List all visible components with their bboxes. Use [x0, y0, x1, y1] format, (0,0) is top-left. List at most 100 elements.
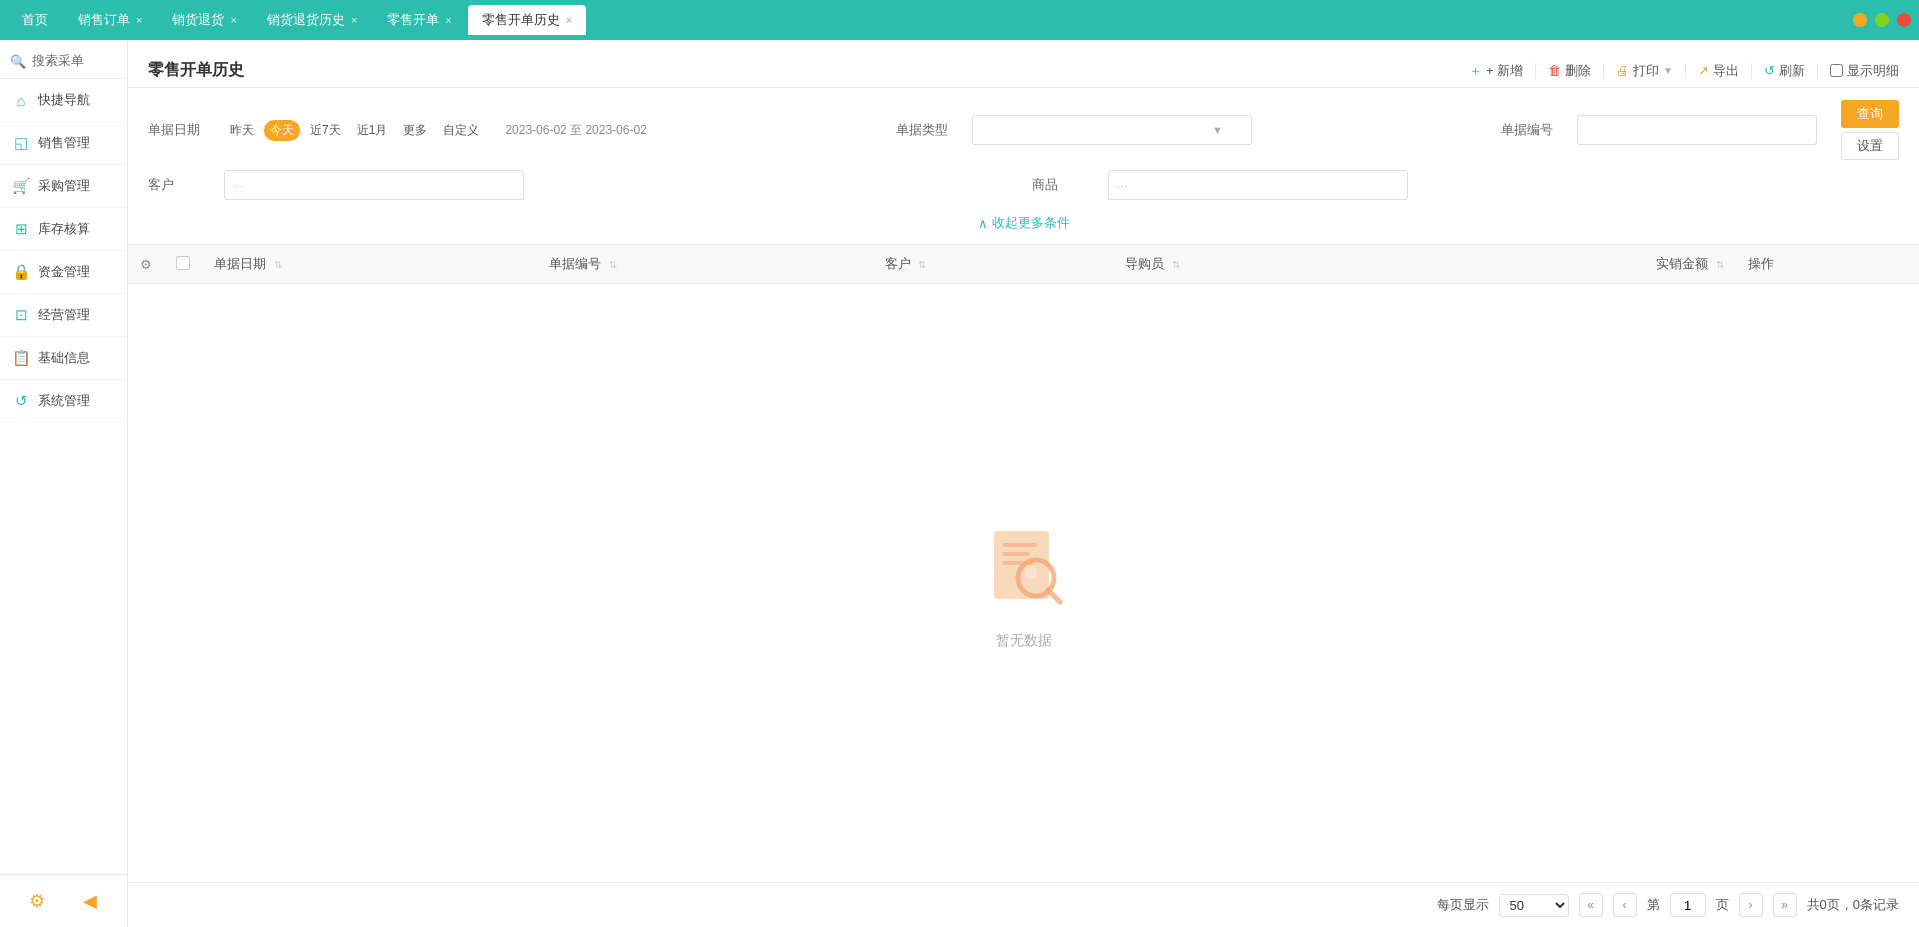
col-action: 操作: [1736, 245, 1919, 284]
minimize-button[interactable]: [1853, 13, 1867, 27]
col-customer[interactable]: 客户 ⇅: [873, 245, 1113, 284]
sales-icon: ◱: [12, 134, 30, 152]
filter-collapse-button[interactable]: ∧ 收起更多条件: [148, 210, 1899, 232]
tab-sales-order[interactable]: 销售订单 ×: [64, 5, 156, 35]
finance-icon: 🔒: [12, 263, 30, 281]
tab-close-retail-open[interactable]: ×: [445, 14, 451, 26]
date-btn-yesterday[interactable]: 昨天: [224, 120, 260, 141]
toolbar: ＋ + 新增 🗑 删除 🖨 打印 ▼ ↗ 导出: [1469, 62, 1899, 80]
col-no[interactable]: 单据编号 ⇅: [537, 245, 872, 284]
tab-close-sales-return[interactable]: ×: [230, 14, 236, 26]
doc-type-label: 单据类型: [896, 121, 956, 139]
display-detail-checkbox[interactable]: [1830, 64, 1843, 77]
refresh-icon: ↺: [1764, 63, 1775, 78]
page-label: 第: [1647, 896, 1660, 914]
tab-close-retail-open-history[interactable]: ×: [566, 14, 572, 26]
page-header: 零售开单历史 ＋ + 新增 🗑 删除 🖨 打印 ▼: [128, 40, 1919, 88]
purchase-icon: 🛒: [12, 177, 30, 195]
sort-no-icon: ⇅: [609, 259, 617, 270]
col-amount[interactable]: 实销金额 ⇅: [1401, 245, 1736, 284]
maximize-button[interactable]: [1875, 13, 1889, 27]
tab-home[interactable]: 首页: [8, 5, 62, 35]
sidebar: 🔍 搜索采单 ⌂ 快捷导航 ◱ 销售管理 🛒 采购管理 ⊞ 库存核算 🔒 资金管…: [0, 40, 128, 927]
table-settings-icon[interactable]: ⚙: [140, 257, 152, 272]
date-btn-today[interactable]: 今天: [264, 120, 300, 141]
tab-close-sales-order[interactable]: ×: [136, 14, 142, 26]
sidebar-item-operations[interactable]: ⊡ 经营管理: [0, 294, 127, 337]
sidebar-settings-button[interactable]: ⚙: [21, 885, 53, 917]
next-page-button[interactable]: ›: [1739, 893, 1763, 917]
setting-button[interactable]: 设置: [1841, 132, 1899, 160]
sidebar-search[interactable]: 🔍 搜索采单: [0, 40, 127, 79]
doc-no-input[interactable]: [1577, 115, 1817, 145]
delete-icon: 🗑: [1548, 63, 1561, 78]
export-button[interactable]: ↗ 导出: [1698, 62, 1739, 80]
inventory-icon: ⊞: [12, 220, 30, 238]
main-layout: 🔍 搜索采单 ⌂ 快捷导航 ◱ 销售管理 🛒 采购管理 ⊞ 库存核算 🔒 资金管…: [0, 40, 1919, 927]
sidebar-item-purchase-mgmt[interactable]: 🛒 采购管理: [0, 165, 127, 208]
doc-type-arrow-icon: ▼: [1212, 124, 1223, 136]
sort-amount-icon: ⇅: [1716, 259, 1724, 270]
system-icon: ↺: [12, 392, 30, 410]
total-records: 共0页，0条记录: [1807, 896, 1899, 914]
close-button[interactable]: [1897, 13, 1911, 27]
toolbar-divider-4: [1751, 63, 1752, 79]
customer-label: 客户: [148, 176, 208, 194]
customer-select[interactable]: ···: [224, 170, 524, 200]
export-icon: ↗: [1698, 63, 1709, 78]
sidebar-item-finance[interactable]: 🔒 资金管理: [0, 251, 127, 294]
sidebar-item-sales-mgmt[interactable]: ◱ 销售管理: [0, 122, 127, 165]
goods-label: 商品: [1032, 176, 1092, 194]
toolbar-divider-5: [1817, 63, 1818, 79]
table-area: ⚙ 单据日期 ⇅ 单据编号 ⇅: [128, 245, 1919, 882]
filter-row-1: 单据日期 昨天 今天 近7天 近1月 更多 自定义 2023-06-02 至 2…: [148, 100, 1899, 160]
page-size-select[interactable]: 50 10 20 100: [1499, 894, 1569, 917]
doc-no-label: 单据编号: [1501, 121, 1561, 139]
customer-placeholder: ···: [233, 178, 244, 193]
sidebar-item-inventory[interactable]: ⊞ 库存核算: [0, 208, 127, 251]
tab-retail-open[interactable]: 零售开单 ×: [373, 5, 465, 35]
filter-row-2: 客户 ··· 商品 ···: [148, 170, 1899, 200]
page-size-label: 每页显示: [1437, 896, 1489, 914]
add-button[interactable]: ＋ + 新增: [1469, 62, 1523, 80]
date-btn-more[interactable]: 更多: [397, 120, 433, 141]
print-icon: 🖨: [1616, 63, 1629, 78]
svg-rect-1: [1002, 543, 1037, 547]
sidebar-item-system[interactable]: ↺ 系统管理: [0, 380, 127, 423]
tab-close-sales-return-history[interactable]: ×: [351, 14, 357, 26]
toolbar-divider-3: [1685, 63, 1686, 79]
top-tab-bar: 首页 销售订单 × 销货退货 × 销货退货历史 × 零售开单 × 零售开单历史 …: [0, 0, 1919, 40]
first-page-button[interactable]: «: [1579, 893, 1603, 917]
date-filter-label: 单据日期: [148, 121, 208, 139]
delete-button[interactable]: 🗑 删除: [1548, 62, 1591, 80]
tab-sales-return[interactable]: 销货退货 ×: [158, 5, 250, 35]
print-button[interactable]: 🖨 打印 ▼: [1616, 62, 1673, 80]
sidebar-collapse-button[interactable]: ◀: [74, 885, 106, 917]
date-btn-last1m[interactable]: 近1月: [351, 120, 394, 141]
page-number-input[interactable]: [1670, 893, 1706, 917]
last-page-button[interactable]: »: [1773, 893, 1797, 917]
doc-type-select[interactable]: ▼: [972, 115, 1252, 145]
goods-select[interactable]: ···: [1108, 170, 1408, 200]
sidebar-item-basic-info[interactable]: 📋 基础信息: [0, 337, 127, 380]
col-salesperson[interactable]: 导购员 ⇅: [1113, 245, 1401, 284]
date-btn-custom[interactable]: 自定义: [437, 120, 485, 141]
svg-point-6: [1025, 567, 1037, 579]
search-icon: 🔍: [10, 54, 26, 69]
col-date[interactable]: 单据日期 ⇅: [202, 245, 537, 284]
operations-icon: ⊡: [12, 306, 30, 324]
query-button[interactable]: 查询: [1841, 100, 1899, 128]
date-btn-last7[interactable]: 近7天: [304, 120, 347, 141]
prev-page-button[interactable]: ‹: [1613, 893, 1637, 917]
refresh-button[interactable]: ↺ 刷新: [1764, 62, 1805, 80]
svg-line-5: [1048, 590, 1060, 602]
toolbar-divider-1: [1535, 63, 1536, 79]
sidebar-item-quick-nav[interactable]: ⌂ 快捷导航: [0, 79, 127, 122]
window-controls: [1853, 13, 1911, 27]
display-detail-checkbox-label[interactable]: 显示明细: [1830, 62, 1899, 80]
toolbar-divider-2: [1603, 63, 1604, 79]
select-all-checkbox[interactable]: [176, 256, 190, 270]
tab-sales-return-history[interactable]: 销货退货历史 ×: [253, 5, 371, 35]
page-suffix: 页: [1716, 896, 1729, 914]
tab-retail-open-history[interactable]: 零售开单历史 ×: [468, 5, 586, 35]
